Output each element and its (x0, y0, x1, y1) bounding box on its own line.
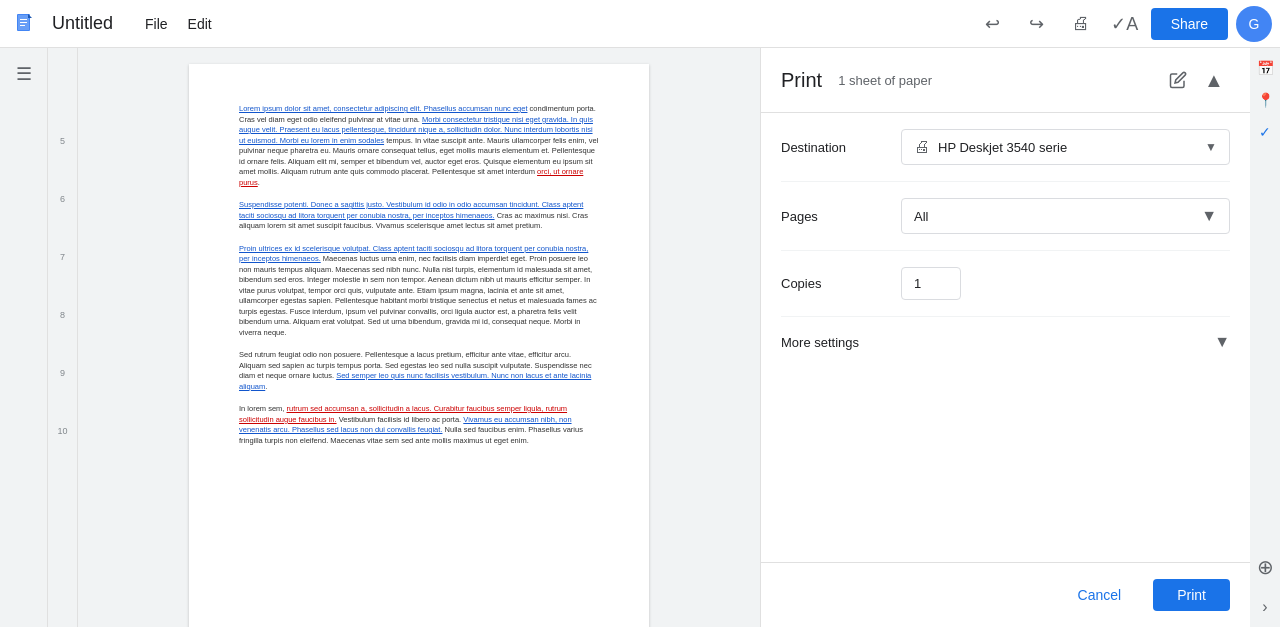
pages-select-text: All (914, 209, 1201, 224)
print-button[interactable]: Print (1153, 579, 1230, 611)
left-ruler: 5 6 7 8 9 10 (48, 48, 78, 627)
print-panel: Print 1 sheet of paper ▲ (760, 48, 1250, 627)
toolbar: Untitled File Edit ↩ ↪ 🖨 ✓A Share G (0, 0, 1280, 48)
destination-select[interactable]: 🖨 HP Deskjet 3540 serie ▼ (901, 129, 1230, 165)
edit-icon-btn[interactable] (1162, 64, 1194, 96)
share-button[interactable]: Share (1151, 8, 1228, 40)
destination-value: 🖨 HP Deskjet 3540 serie ▼ (901, 129, 1230, 165)
document-page: Lorem ipsum dolor sit amet, consectetur … (189, 64, 649, 627)
tasks-icon[interactable]: ✓ (1253, 120, 1277, 144)
pages-select[interactable]: All ▼ (901, 198, 1230, 234)
chevron-down-icon-btn[interactable]: ▲ (1198, 64, 1230, 96)
destination-chevron-icon: ▼ (1205, 140, 1217, 154)
paragraph-4: Sed rutrum feugiat odio non posuere. Pel… (239, 350, 599, 392)
paragraph-1: Lorem ipsum dolor sit amet, consectetur … (239, 104, 599, 188)
copies-value (901, 267, 1230, 300)
print-footer: Cancel Print (761, 562, 1250, 627)
pages-chevron-icon: ▼ (1201, 207, 1217, 225)
toolbar-actions: ↩ ↪ 🖨 ✓A Share G (975, 6, 1272, 42)
main-content: ☰ 5 6 7 8 9 10 Lorem ipsum dol (0, 48, 1280, 627)
spell-check-button[interactable]: ✓A (1107, 6, 1143, 42)
copies-label: Copies (781, 276, 901, 291)
cancel-button[interactable]: Cancel (1058, 579, 1142, 611)
menu-bar: File Edit (137, 12, 220, 36)
destination-text: HP Deskjet 3540 serie (938, 140, 1197, 155)
ruler-numbers: 5 6 7 8 9 10 (57, 136, 67, 484)
calendar-icon[interactable]: 📅 (1253, 56, 1277, 80)
copies-row: Copies (781, 251, 1230, 317)
print-title: Print (781, 69, 822, 92)
expand-icon[interactable]: › (1253, 595, 1277, 619)
printer-icon: 🖨 (914, 138, 930, 156)
print-sheet-info: 1 sheet of paper (838, 73, 932, 88)
svg-rect-3 (20, 22, 27, 23)
undo-button[interactable]: ↩ (975, 6, 1011, 42)
add-icon[interactable]: ⊕ (1253, 555, 1277, 579)
paragraph-5: In lorem sem, rutrum sed accumsan a, sol… (239, 404, 599, 446)
more-settings-label: More settings (781, 335, 859, 350)
document-area: Lorem ipsum dolor sit amet, consectetur … (78, 48, 760, 627)
svg-rect-4 (20, 25, 25, 26)
app-logo (8, 6, 44, 42)
maps-icon[interactable]: 📍 (1253, 88, 1277, 112)
menu-file[interactable]: File (137, 12, 176, 36)
avatar[interactable]: G (1236, 6, 1272, 42)
pages-row: Pages All ▼ (781, 182, 1230, 251)
outline-icon[interactable]: ☰ (6, 56, 42, 92)
print-settings: Destination 🖨 HP Deskjet 3540 serie ▼ Pa… (761, 113, 1250, 562)
destination-row: Destination 🖨 HP Deskjet 3540 serie ▼ (781, 113, 1230, 182)
svg-rect-2 (20, 19, 27, 20)
paragraph-3: Proin ultrices ex id scelerisque volutpa… (239, 244, 599, 339)
redo-button[interactable]: ↪ (1019, 6, 1055, 42)
document-title: Untitled (52, 13, 113, 34)
copies-input[interactable] (901, 267, 961, 300)
more-settings-chevron-icon: ▼ (1214, 333, 1230, 351)
destination-label: Destination (781, 140, 901, 155)
pages-value: All ▼ (901, 198, 1230, 234)
pages-label: Pages (781, 209, 901, 224)
print-header: Print 1 sheet of paper ▲ (761, 48, 1250, 113)
menu-edit[interactable]: Edit (180, 12, 220, 36)
print-header-icons: ▲ (1162, 64, 1230, 96)
more-settings-row[interactable]: More settings ▼ (781, 317, 1230, 367)
right-edge: 📅 📍 ✓ ⊕ › (1250, 48, 1280, 627)
doc-left-panel: ☰ (0, 48, 48, 627)
print-button[interactable]: 🖨 (1063, 6, 1099, 42)
paragraph-2: Suspendisse potenti. Donec a sagittis ju… (239, 200, 599, 232)
